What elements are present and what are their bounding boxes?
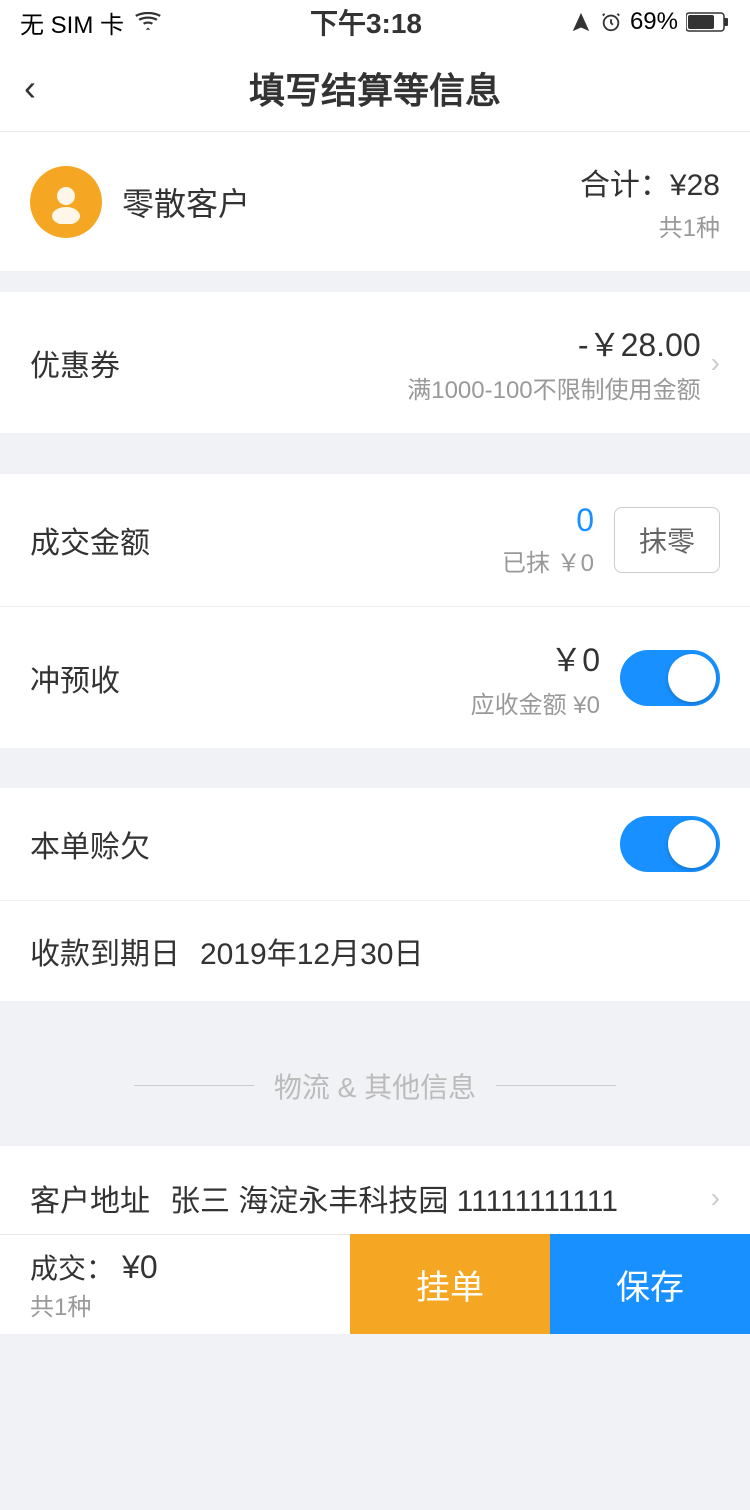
transaction-row: 成交金额 0 已抹 ￥0 抹零 [0,474,750,607]
signal-text: 无 SIM 卡 [20,5,124,40]
debt-toggle[interactable] [620,816,720,872]
coupon-discount: -￥28.00 [407,320,700,366]
battery-text: 69% [630,8,678,36]
status-time: 下午3:18 [310,2,422,42]
transaction-amount-wrapper: 0 已抹 ￥0 [502,502,594,578]
due-date-value: 2019年12月30日 [200,929,423,973]
transaction-label: 成交金额 [30,518,150,562]
save-button[interactable]: 保存 [550,1234,750,1334]
transaction-right: 0 已抹 ￥0 抹零 [502,502,720,578]
coupon-row[interactable]: 优惠券 -￥28.00 满1000-100不限制使用金额 › [0,292,750,434]
wifi-icon [134,12,162,32]
transaction-section: 成交金额 0 已抹 ￥0 抹零 冲预收 ￥0 应收金额 ¥0 [0,474,750,748]
footer-count: 共1种 [30,1287,320,1322]
status-bar: 无 SIM 卡 下午3:18 69% [0,0,750,44]
divider-1 [0,454,750,474]
round-button[interactable]: 抹零 [614,507,720,573]
total-amount: 合计：¥28 [580,160,720,204]
prepay-sub: 应收金额 ¥0 [471,685,600,720]
prepay-row: 冲预收 ￥0 应收金额 ¥0 [0,607,750,748]
customer-total: 合计：¥28 共1种 [580,160,720,243]
address-chevron-icon: › [711,1182,720,1214]
alarm-icon [600,11,622,33]
debt-label: 本单赊欠 [30,822,150,866]
footer-summary: 成交： ¥0 共1种 [0,1234,350,1334]
footer-amount: ¥0 [122,1249,158,1286]
battery-icon [686,11,730,33]
avatar-icon [44,180,88,224]
back-button[interactable]: ‹ [24,67,36,109]
divider-4 [0,1126,750,1146]
customer-section: 零散客户 合计：¥28 共1种 [0,132,750,272]
divider-3 [0,1021,750,1041]
coupon-right: -￥28.00 满1000-100不限制使用金额 › [407,320,720,405]
coupon-desc: 满1000-100不限制使用金额 [407,370,700,405]
nav-bar: ‹ 填写结算等信息 [0,44,750,132]
status-right: 69% [570,8,730,36]
logistics-section: 物流 & 其他信息 [0,1041,750,1126]
debt-toggle-circle [668,820,716,868]
prepay-amount-wrapper: ￥0 应收金额 ¥0 [471,635,600,720]
customer-row: 零散客户 合计：¥28 共1种 [0,132,750,272]
toggle-circle [668,654,716,702]
total-count: 共1种 [580,208,720,243]
footer-summary-top: 成交： ¥0 [30,1247,320,1287]
footer: 成交： ¥0 共1种 挂单 保存 [0,1234,750,1334]
status-left: 无 SIM 卡 [20,5,162,40]
transaction-sub: 已抹 ￥0 [502,543,594,578]
prepay-right: ￥0 应收金额 ¥0 [471,635,720,720]
coupon-section: 优惠券 -￥28.00 满1000-100不限制使用金额 › [0,292,750,434]
logistics-label: 物流 & 其他信息 [134,1066,616,1106]
customer-avatar [30,166,102,238]
due-date-row[interactable]: 收款到期日 2019年12月30日 [0,901,750,1001]
prepay-amount: ￥0 [471,635,600,681]
transaction-amount: 0 [502,502,594,539]
debt-section: 本单赊欠 收款到期日 2019年12月30日 [0,788,750,1001]
due-date-label: 收款到期日 [30,929,180,973]
prepay-label: 冲预收 [30,656,120,700]
location-icon [570,11,592,33]
debt-row: 本单赊欠 [0,788,750,901]
prepay-toggle[interactable] [620,650,720,706]
footer-label: 成交： [30,1247,114,1287]
address-value: 张三 海淀永丰科技园 11111111111 [170,1176,711,1220]
divider-2 [0,768,750,788]
customer-left: 零散客户 [30,166,250,238]
chevron-right-icon: › [711,347,720,379]
address-label: 客户地址 [30,1176,150,1220]
coupon-label: 优惠券 [30,341,120,385]
customer-name: 零散客户 [122,179,250,225]
page-title: 填写结算等信息 [249,62,501,114]
pending-button[interactable]: 挂单 [350,1234,550,1334]
coupon-amount-wrapper: -￥28.00 满1000-100不限制使用金额 [407,320,700,405]
